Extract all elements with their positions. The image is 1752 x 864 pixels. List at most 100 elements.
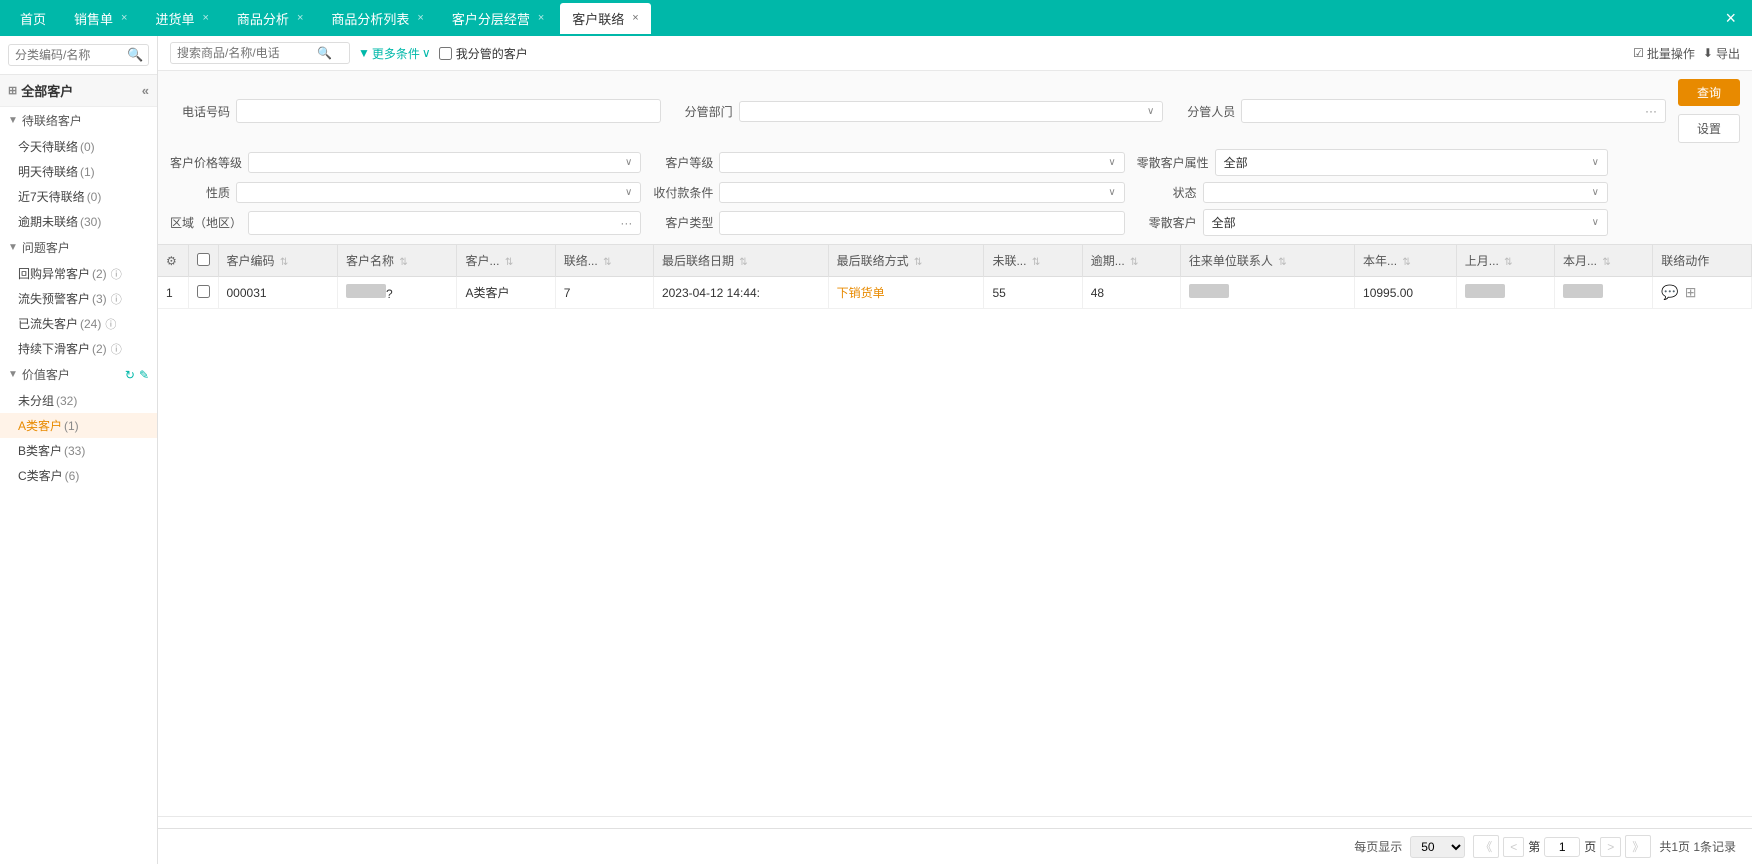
- prev-page-btn[interactable]: <: [1503, 837, 1524, 857]
- nav-tab-product-analysis[interactable]: 商品分析 ×: [225, 3, 315, 34]
- manager-select[interactable]: ···: [1241, 99, 1666, 123]
- contact-sort-icon[interactable]: ⇅: [603, 257, 611, 268]
- batch-ops-btn[interactable]: ☑ 批量操作: [1633, 45, 1695, 62]
- sidebar-item-a-class[interactable]: A类客户 (1): [0, 413, 157, 438]
- region-field: 区域（地区） ···: [170, 211, 641, 235]
- settings-button[interactable]: 设置: [1678, 114, 1740, 143]
- price-level-arrow: ∨: [625, 157, 632, 168]
- sidebar-collapse-icon[interactable]: «: [142, 83, 149, 98]
- sidebar-search-icon[interactable]: 🔍: [127, 47, 143, 63]
- region-select[interactable]: ···: [248, 211, 641, 235]
- filter-search-input[interactable]: [177, 46, 317, 60]
- info-icon-3: ⓘ: [105, 316, 116, 332]
- nature-field: 性质 ∨: [170, 182, 641, 203]
- sidebar-item-declining[interactable]: 持续下滑客户 (2) ⓘ: [0, 336, 157, 361]
- col-code-header: 客户编码 ⇅: [218, 245, 337, 277]
- close-product-analysis-tab[interactable]: ×: [297, 12, 303, 24]
- close-customer-contact-tab[interactable]: ×: [632, 12, 638, 24]
- row-action-chat[interactable]: 💬: [1661, 284, 1678, 301]
- this-year-sort-icon[interactable]: ⇅: [1402, 257, 1410, 268]
- top-nav: 首页 销售单 × 进货单 × 商品分析 × 商品分析列表 × 客户分层经营 × …: [0, 0, 1752, 36]
- value-group-edit[interactable]: ✎: [139, 368, 149, 382]
- page-size-label: 每页显示: [1354, 838, 1402, 855]
- nav-tab-product-analysis-list[interactable]: 商品分析列表 ×: [319, 3, 435, 34]
- pagination-bar: 每页显示 50 100 200 《 < 第 页 > 》 共1页 1条记录: [158, 828, 1752, 864]
- retail-attr-select[interactable]: 全部 ∨: [1215, 149, 1608, 176]
- phone-input[interactable]: [236, 99, 661, 123]
- sidebar-item-7days[interactable]: 近7天待联络 (0): [0, 184, 157, 209]
- export-btn[interactable]: ⬇ 导出: [1703, 45, 1740, 62]
- page-nav: 《 < 第 页 > 》: [1473, 835, 1651, 858]
- query-button[interactable]: 查询: [1678, 79, 1740, 106]
- info-icon-2: ⓘ: [111, 291, 122, 307]
- info-icon-1: ⓘ: [111, 266, 122, 282]
- select-all-checkbox[interactable]: [197, 253, 210, 266]
- nav-tab-customer-contact[interactable]: 客户联络 ×: [560, 3, 650, 34]
- customer-level-select[interactable]: ∨: [719, 152, 1124, 173]
- nature-select[interactable]: ∨: [236, 182, 641, 203]
- nav-tab-sales[interactable]: 销售单 ×: [62, 3, 139, 34]
- sidebar-item-repurchase-anomaly[interactable]: 回购异常客户 (2) ⓘ: [0, 261, 157, 286]
- page-input[interactable]: [1544, 837, 1580, 857]
- status-select[interactable]: ∨: [1203, 182, 1608, 203]
- row-checkbox-cell: [188, 277, 218, 309]
- payment-select[interactable]: ∨: [719, 182, 1124, 203]
- nav-tab-customer-segment[interactable]: 客户分层经营 ×: [440, 3, 556, 34]
- pending-contact-group[interactable]: ▼ 待联络客户: [0, 107, 157, 134]
- all-customers-header[interactable]: ⊞ 全部客户 «: [0, 75, 157, 107]
- gear-icon[interactable]: ⚙: [166, 254, 177, 268]
- sidebar-item-ungrouped[interactable]: 未分组 (32): [0, 388, 157, 413]
- name-sort-icon[interactable]: ⇅: [399, 257, 407, 268]
- last-contact-method-link[interactable]: 下销货单: [837, 286, 885, 300]
- my-customers-checkbox[interactable]: [439, 47, 452, 60]
- manager-ellipsis[interactable]: ···: [1645, 104, 1657, 118]
- sidebar-item-overdue[interactable]: 逾期未联络 (30): [0, 209, 157, 234]
- sidebar-item-churn-warning[interactable]: 流失预警客户 (3) ⓘ: [0, 286, 157, 311]
- close-purchase-tab[interactable]: ×: [202, 12, 208, 24]
- dept-select[interactable]: ∨: [739, 101, 1164, 122]
- sidebar-item-c-class[interactable]: C类客户 (6): [0, 463, 157, 488]
- close-sales-tab[interactable]: ×: [121, 12, 127, 24]
- last-month-sort-icon[interactable]: ⇅: [1504, 257, 1512, 268]
- value-customer-group[interactable]: ▼ 价值客户 ↻ ✎: [0, 361, 157, 388]
- page-label: 第: [1528, 838, 1540, 855]
- dept-dropdown-arrow: ∨: [1147, 106, 1154, 117]
- last-method-sort-icon[interactable]: ⇅: [914, 257, 922, 268]
- sidebar-item-churned[interactable]: 已流失客户 (24) ⓘ: [0, 311, 157, 336]
- last-date-sort-icon[interactable]: ⇅: [739, 257, 747, 268]
- code-sort-icon[interactable]: ⇅: [280, 257, 288, 268]
- value-group-refresh[interactable]: ↻: [125, 368, 135, 382]
- scrollbar-area[interactable]: [158, 816, 1752, 828]
- nav-tab-purchase[interactable]: 进货单 ×: [143, 3, 220, 34]
- close-product-analysis-list-tab[interactable]: ×: [417, 12, 423, 24]
- not-contacted-sort-icon[interactable]: ⇅: [1032, 257, 1040, 268]
- nav-home[interactable]: 首页: [8, 3, 58, 34]
- close-all-tabs[interactable]: ×: [1717, 8, 1744, 29]
- row-action-qr[interactable]: ⊞: [1685, 284, 1697, 301]
- row-checkbox[interactable]: [197, 285, 210, 298]
- overdue-sort-icon[interactable]: ⇅: [1130, 257, 1138, 268]
- sidebar-item-b-class[interactable]: B类客户 (33): [0, 438, 157, 463]
- problem-customer-group[interactable]: ▼ 问题客户: [0, 234, 157, 261]
- my-customers-filter[interactable]: 我分管的客户: [439, 45, 528, 62]
- price-level-select[interactable]: ∨: [248, 152, 641, 173]
- retail-customer-select[interactable]: 全部 ∨: [1203, 209, 1608, 236]
- category-sort-icon[interactable]: ⇅: [505, 257, 513, 268]
- info-icon-4: ⓘ: [111, 341, 122, 357]
- customer-level-field: 客户等级 ∨: [653, 152, 1124, 173]
- page-size-select[interactable]: 50 100 200: [1410, 836, 1465, 858]
- filter-search-icon[interactable]: 🔍: [317, 46, 332, 60]
- close-customer-segment-tab[interactable]: ×: [538, 12, 544, 24]
- next-page-btn[interactable]: >: [1600, 837, 1621, 857]
- first-page-btn[interactable]: 《: [1473, 835, 1499, 858]
- last-page-btn[interactable]: 》: [1625, 835, 1651, 858]
- customer-type-input[interactable]: [719, 211, 1124, 235]
- sidebar-item-today[interactable]: 今天待联络 (0): [0, 134, 157, 159]
- this-month-sort-icon[interactable]: ⇅: [1602, 257, 1610, 268]
- unit-contact-sort-icon[interactable]: ⇅: [1278, 257, 1286, 268]
- sidebar-item-tomorrow[interactable]: 明天待联络 (1): [0, 159, 157, 184]
- filter-actions: ☑ 批量操作 ⬇ 导出: [1633, 45, 1740, 62]
- unit-contact-blurred: [1189, 284, 1229, 298]
- more-filters-btn[interactable]: ▼ 更多条件 ∨: [358, 45, 431, 62]
- region-ellipsis[interactable]: ···: [620, 216, 632, 230]
